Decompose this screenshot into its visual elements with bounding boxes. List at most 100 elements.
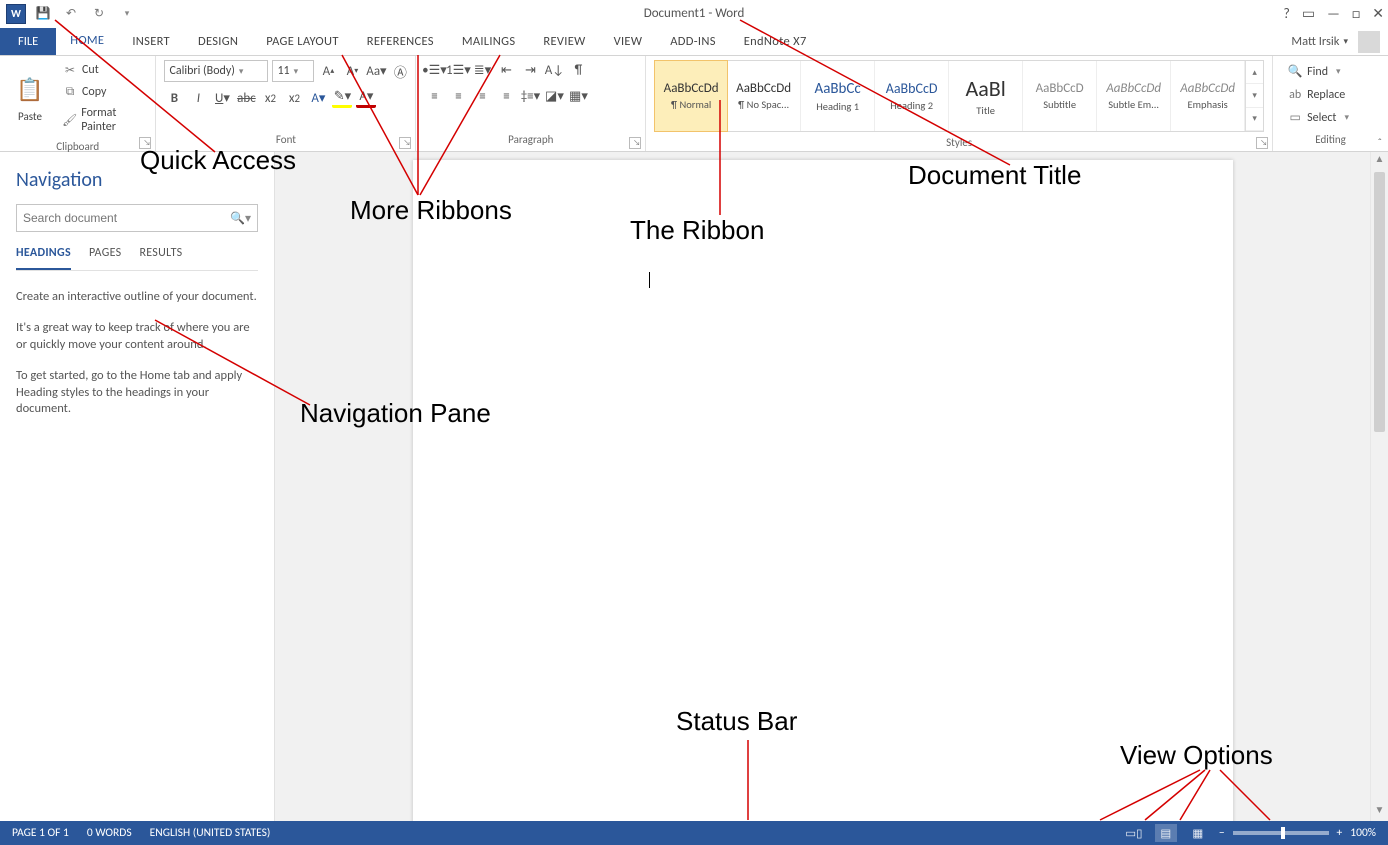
align-left-button[interactable]: ≡ bbox=[424, 86, 444, 106]
grow-font-button[interactable]: A▴ bbox=[318, 61, 338, 81]
zoom-level[interactable]: 100% bbox=[1350, 826, 1376, 840]
shading-button[interactable]: ◪▾ bbox=[544, 86, 564, 106]
style-item-1[interactable]: AaBbCcDd¶ No Spac... bbox=[727, 61, 801, 131]
subscript-button[interactable]: x2 bbox=[260, 88, 280, 108]
search-icon[interactable]: 🔍▾ bbox=[230, 211, 251, 226]
paste-button[interactable]: 📋 Paste bbox=[8, 72, 52, 125]
font-size-combo[interactable]: 11▾ bbox=[272, 60, 314, 82]
status-language[interactable]: ENGLISH (UNITED STATES) bbox=[150, 826, 271, 840]
status-bar: PAGE 1 OF 1 0 WORDS ENGLISH (UNITED STAT… bbox=[0, 821, 1388, 845]
scroll-thumb[interactable] bbox=[1374, 172, 1385, 432]
tab-mailings[interactable]: MAILINGS bbox=[448, 28, 530, 55]
show-marks-button[interactable]: ¶ bbox=[568, 60, 588, 80]
tab-insert[interactable]: INSERT bbox=[118, 28, 184, 55]
tab-review[interactable]: REVIEW bbox=[529, 28, 599, 55]
change-case-button[interactable]: Aa▾ bbox=[366, 61, 386, 81]
tab-references[interactable]: REFERENCES bbox=[353, 28, 448, 55]
underline-button[interactable]: U▾ bbox=[212, 88, 232, 108]
tab-addins[interactable]: ADD-INS bbox=[656, 28, 730, 55]
page[interactable] bbox=[413, 160, 1233, 821]
highlight-button[interactable]: ✎▾ bbox=[332, 88, 352, 108]
align-right-button[interactable]: ≡ bbox=[472, 86, 492, 106]
gallery-down[interactable]: ▾ bbox=[1246, 84, 1263, 107]
font-dialog-launcher[interactable]: ↘ bbox=[399, 137, 411, 149]
redo-button[interactable]: ↻ bbox=[88, 3, 110, 25]
multilevel-button[interactable]: ≣▾ bbox=[472, 60, 492, 80]
tab-home[interactable]: HOME bbox=[56, 28, 118, 55]
nav-tab-headings[interactable]: HEADINGS bbox=[16, 246, 71, 270]
superscript-button[interactable]: x2 bbox=[284, 88, 304, 108]
nav-search[interactable]: 🔍▾ bbox=[16, 204, 258, 232]
group-styles: AaBbCcDd¶ NormalAaBbCcDd¶ No Spac...AaBb… bbox=[646, 56, 1273, 151]
cut-button[interactable]: ✂Cut bbox=[58, 60, 147, 80]
clipboard-dialog-launcher[interactable]: ↘ bbox=[139, 137, 151, 149]
bullets-button[interactable]: •☰▾ bbox=[424, 60, 444, 80]
justify-button[interactable]: ≡ bbox=[496, 86, 516, 106]
sort-button[interactable]: A↓ bbox=[544, 60, 564, 80]
copy-button[interactable]: ⧉Copy bbox=[58, 82, 147, 102]
view-read-mode[interactable]: ▭▯ bbox=[1123, 824, 1145, 842]
qat-customize[interactable]: ▾ bbox=[116, 3, 138, 25]
undo-button[interactable]: ↶ bbox=[60, 3, 82, 25]
shrink-font-button[interactable]: A▾ bbox=[342, 61, 362, 81]
gallery-more[interactable]: ▾ bbox=[1246, 108, 1263, 131]
style-item-3[interactable]: AaBbCcDHeading 2 bbox=[875, 61, 949, 131]
align-center-button[interactable]: ≡ bbox=[448, 86, 468, 106]
strike-button[interactable]: abc bbox=[236, 88, 256, 108]
account-menu[interactable]: Matt Irsik▾ bbox=[1291, 34, 1348, 49]
scroll-up-button[interactable]: ▲ bbox=[1371, 152, 1388, 170]
maximize-button[interactable]: □ bbox=[1352, 5, 1360, 22]
user-avatar-icon[interactable] bbox=[1358, 31, 1380, 53]
zoom-in-button[interactable]: + bbox=[1337, 826, 1343, 840]
user-name: Matt Irsik bbox=[1291, 34, 1339, 49]
line-spacing-button[interactable]: ‡≡▾ bbox=[520, 86, 540, 106]
vertical-scrollbar[interactable]: ▲ ▼ bbox=[1370, 152, 1388, 821]
font-color-button[interactable]: A▾ bbox=[356, 88, 376, 108]
scroll-down-button[interactable]: ▼ bbox=[1371, 803, 1388, 821]
borders-button[interactable]: ▦▾ bbox=[568, 86, 588, 106]
style-item-6[interactable]: AaBbCcDdSubtle Em... bbox=[1097, 61, 1171, 131]
status-page[interactable]: PAGE 1 OF 1 bbox=[12, 826, 69, 840]
select-button[interactable]: ▭Select▾ bbox=[1283, 108, 1353, 128]
replace-button[interactable]: abReplace bbox=[1283, 85, 1353, 105]
search-input[interactable] bbox=[23, 211, 230, 225]
ribbon-display-button[interactable]: ▭ bbox=[1302, 5, 1315, 22]
clear-formatting-button[interactable]: Ⓐ bbox=[390, 61, 410, 81]
increase-indent-button[interactable]: ⇥ bbox=[520, 60, 540, 80]
font-name-combo[interactable]: Calibri (Body)▾ bbox=[164, 60, 268, 82]
style-item-2[interactable]: AaBbCcHeading 1 bbox=[801, 61, 875, 131]
find-button[interactable]: 🔍Find▾ bbox=[1283, 62, 1353, 82]
minimize-button[interactable]: — bbox=[1327, 5, 1340, 22]
help-button[interactable]: ? bbox=[1283, 5, 1290, 22]
tab-endnote[interactable]: EndNote X7 bbox=[730, 28, 821, 55]
text-effects-button[interactable]: A▾ bbox=[308, 88, 328, 108]
style-item-0[interactable]: AaBbCcDd¶ Normal bbox=[654, 60, 728, 132]
tab-page-layout[interactable]: PAGE LAYOUT bbox=[252, 28, 352, 55]
view-web-layout[interactable]: ▦ bbox=[1187, 824, 1209, 842]
document-area[interactable]: ▲ ▼ bbox=[275, 152, 1388, 821]
numbering-button[interactable]: 1☰▾ bbox=[448, 60, 468, 80]
format-painter-button[interactable]: 🖌Format Painter bbox=[58, 104, 147, 136]
tab-design[interactable]: DESIGN bbox=[184, 28, 252, 55]
tab-view[interactable]: VIEW bbox=[600, 28, 657, 55]
style-item-5[interactable]: AaBbCcDSubtitle bbox=[1023, 61, 1097, 131]
nav-tab-results[interactable]: RESULTS bbox=[139, 246, 182, 270]
styles-dialog-launcher[interactable]: ↘ bbox=[1256, 137, 1268, 149]
status-words[interactable]: 0 WORDS bbox=[87, 826, 132, 840]
italic-button[interactable]: I bbox=[188, 88, 208, 108]
save-button[interactable]: 💾 bbox=[32, 3, 54, 25]
close-button[interactable]: ✕ bbox=[1372, 5, 1384, 22]
gallery-up[interactable]: ▴ bbox=[1246, 61, 1263, 84]
decrease-indent-button[interactable]: ⇤ bbox=[496, 60, 516, 80]
paragraph-dialog-launcher[interactable]: ↘ bbox=[629, 137, 641, 149]
bold-button[interactable]: B bbox=[164, 88, 184, 108]
style-item-7[interactable]: AaBbCcDdEmphasis bbox=[1171, 61, 1245, 131]
nav-title: Navigation bbox=[16, 168, 258, 192]
view-print-layout[interactable]: ▤ bbox=[1155, 824, 1177, 842]
zoom-out-button[interactable]: − bbox=[1219, 826, 1225, 840]
collapse-ribbon-button[interactable]: ˆ bbox=[1378, 136, 1382, 149]
zoom-slider[interactable] bbox=[1233, 831, 1329, 835]
tab-file[interactable]: FILE bbox=[0, 28, 56, 55]
nav-tab-pages[interactable]: PAGES bbox=[89, 246, 122, 270]
style-item-4[interactable]: AaBlTitle bbox=[949, 61, 1023, 131]
